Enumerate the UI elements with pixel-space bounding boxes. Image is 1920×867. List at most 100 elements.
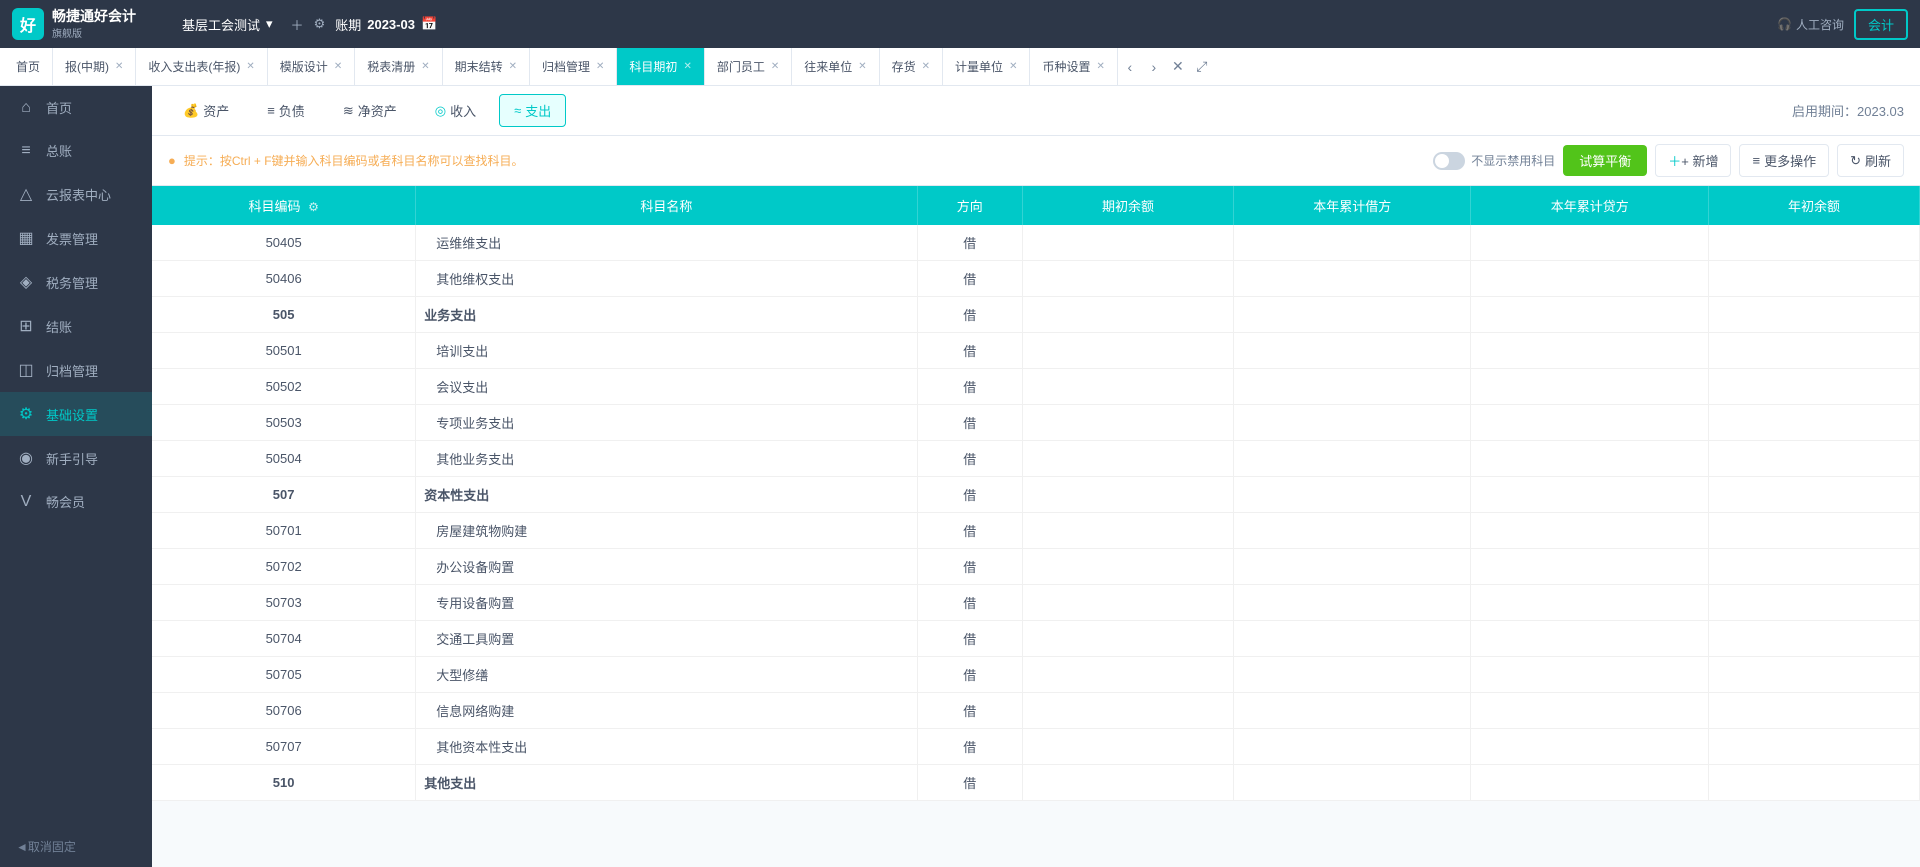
table-row[interactable]: 50706 信息网络购建 借 bbox=[152, 693, 1920, 729]
toggle-control[interactable] bbox=[1433, 152, 1465, 170]
tab-tax[interactable]: 税表清册 ✕ bbox=[355, 48, 442, 86]
tip-icon: ● bbox=[168, 153, 176, 168]
cell-code: 50701 bbox=[152, 513, 416, 549]
sub-tab-assets[interactable]: 💰 资产 bbox=[168, 94, 244, 127]
tax-icon: ◈ bbox=[16, 272, 36, 292]
sidebar-item-basic-settings[interactable]: ⚙ 基础设置 bbox=[0, 392, 152, 436]
table-body: 50405 运维维支出 借 50406 其他维权支出 借 505 业务支出 借 … bbox=[152, 225, 1920, 801]
tab-close-period-end[interactable]: ✕ bbox=[509, 61, 517, 72]
support-button[interactable]: 🎧 人工咨询 bbox=[1777, 16, 1844, 33]
add-company-icon[interactable]: ＋ bbox=[291, 15, 304, 34]
tab-close-subject[interactable]: ✕ bbox=[683, 61, 691, 72]
cell-year-balance bbox=[1708, 693, 1919, 729]
cell-year-debit bbox=[1234, 369, 1471, 405]
balance-btn[interactable]: 试算平衡 bbox=[1563, 145, 1647, 176]
table-row[interactable]: 50405 运维维支出 借 bbox=[152, 225, 1920, 261]
table-row[interactable]: 50701 房屋建筑物购建 借 bbox=[152, 513, 1920, 549]
table-row[interactable]: 50707 其他资本性支出 借 bbox=[152, 729, 1920, 765]
sidebar-item-settlement[interactable]: ⊞ 结账 bbox=[0, 304, 152, 348]
sub-tab-income[interactable]: ◎ 收入 bbox=[420, 94, 491, 127]
tab-close-income[interactable]: ✕ bbox=[246, 61, 254, 72]
sidebar-item-member[interactable]: V 畅会员 bbox=[0, 480, 152, 523]
top-bar-actions: 🎧 人工咨询 会计 bbox=[1777, 9, 1908, 40]
add-icon: ＋ bbox=[1668, 151, 1681, 170]
cancel-fixed-btn[interactable]: ◄取消固定 bbox=[16, 838, 136, 855]
toggle-disabled-switch[interactable]: 不显示禁用科目 bbox=[1433, 152, 1555, 170]
tab-close-contacts[interactable]: ✕ bbox=[858, 61, 866, 72]
tab-dept-employee[interactable]: 部门员工 ✕ bbox=[705, 48, 792, 86]
net-assets-icon: ≋ bbox=[343, 103, 354, 119]
company-selector[interactable]: 基层工会测试 ▾ bbox=[174, 11, 281, 38]
tab-next-btn[interactable]: › bbox=[1142, 48, 1166, 86]
tab-close-currency[interactable]: ✕ bbox=[1096, 61, 1104, 72]
tab-close-inventory[interactable]: ✕ bbox=[922, 61, 930, 72]
cell-direction: 借 bbox=[917, 477, 1023, 513]
table-row[interactable]: 50503 专项业务支出 借 bbox=[152, 405, 1920, 441]
table-row[interactable]: 50504 其他业务支出 借 bbox=[152, 441, 1920, 477]
sidebar-item-archive[interactable]: ◫ 归档管理 bbox=[0, 348, 152, 392]
settings-icon[interactable]: ⚙ bbox=[314, 16, 326, 32]
calendar-icon[interactable]: 📅 bbox=[421, 16, 437, 32]
sub-tab-expenditure[interactable]: ≈ 支出 bbox=[499, 94, 566, 127]
tab-prev-btn[interactable]: ‹ bbox=[1118, 48, 1142, 86]
sidebar-item-ledger[interactable]: ≡ 总账 bbox=[0, 129, 152, 172]
sub-tab-liabilities[interactable]: ≡ 负债 bbox=[252, 94, 320, 127]
sub-tab-net-assets[interactable]: ≋ 净资产 bbox=[328, 94, 412, 127]
table-row[interactable]: 50705 大型修缮 借 bbox=[152, 657, 1920, 693]
tab-home[interactable]: 首页 bbox=[4, 48, 53, 86]
cell-year-balance bbox=[1708, 297, 1919, 333]
tab-expand-btn[interactable]: ⤢ bbox=[1190, 48, 1214, 86]
table-container[interactable]: 科目编码 ⚙ 科目名称 方向 期初余额 本年累计借方 bbox=[152, 186, 1920, 867]
sidebar-item-invoice[interactable]: ▦ 发票管理 bbox=[0, 216, 152, 260]
refresh-btn[interactable]: ↻ 刷新 bbox=[1837, 144, 1904, 177]
cell-name: 其他业务支出 bbox=[416, 441, 917, 477]
tab-unit[interactable]: 计量单位 ✕ bbox=[943, 48, 1030, 86]
cell-year-balance bbox=[1708, 657, 1919, 693]
tab-subject-period[interactable]: 科目期初 ✕ bbox=[617, 48, 704, 86]
cell-direction: 借 bbox=[917, 225, 1023, 261]
invoice-icon: ▦ bbox=[16, 228, 36, 248]
tab-contacts[interactable]: 往来单位 ✕ bbox=[792, 48, 879, 86]
tab-archive[interactable]: 归档管理 ✕ bbox=[530, 48, 617, 86]
cell-period-balance bbox=[1023, 585, 1234, 621]
tab-close-archive[interactable]: ✕ bbox=[596, 61, 604, 72]
table-row[interactable]: 510 其他支出 借 bbox=[152, 765, 1920, 801]
tab-close-template[interactable]: ✕ bbox=[334, 61, 342, 72]
more-btn[interactable]: ≡ 更多操作 bbox=[1739, 144, 1829, 177]
tab-close-all-btn[interactable]: ✕ bbox=[1166, 48, 1190, 86]
tab-period-end[interactable]: 期末结转 ✕ bbox=[443, 48, 530, 86]
tab-income-report[interactable]: 收入支出表(年报) ✕ bbox=[136, 48, 267, 86]
tab-template[interactable]: 模版设计 ✕ bbox=[268, 48, 355, 86]
table-row[interactable]: 50703 专用设备购置 借 bbox=[152, 585, 1920, 621]
cell-period-balance bbox=[1023, 441, 1234, 477]
sidebar-item-home[interactable]: ⌂ 首页 bbox=[0, 86, 152, 129]
tab-currency[interactable]: 币种设置 ✕ bbox=[1030, 48, 1117, 86]
table-row[interactable]: 50406 其他维权支出 借 bbox=[152, 261, 1920, 297]
sidebar-item-tax[interactable]: ◈ 税务管理 bbox=[0, 260, 152, 304]
cell-direction: 借 bbox=[917, 729, 1023, 765]
cell-direction: 借 bbox=[917, 693, 1023, 729]
sidebar-item-cloud-report[interactable]: △ 云报表中心 bbox=[0, 172, 152, 216]
cell-year-balance bbox=[1708, 585, 1919, 621]
tab-close-tax[interactable]: ✕ bbox=[421, 61, 429, 72]
table-row[interactable]: 50502 会议支出 借 bbox=[152, 369, 1920, 405]
sidebar-item-guide[interactable]: ◉ 新手引导 bbox=[0, 436, 152, 480]
cell-direction: 借 bbox=[917, 513, 1023, 549]
tab-close-interim[interactable]: ✕ bbox=[115, 61, 123, 72]
cell-year-debit bbox=[1234, 621, 1471, 657]
cell-name: 大型修缮 bbox=[416, 657, 917, 693]
tab-close-dept[interactable]: ✕ bbox=[771, 61, 779, 72]
add-btn[interactable]: ＋ + 新增 bbox=[1655, 144, 1731, 177]
toolbar-right: 不显示禁用科目 试算平衡 ＋ + 新增 ≡ 更多操作 ↻ 刷新 bbox=[1433, 144, 1904, 177]
table-row[interactable]: 50704 交通工具购置 借 bbox=[152, 621, 1920, 657]
table-row[interactable]: 50501 培训支出 借 bbox=[152, 333, 1920, 369]
table-row[interactable]: 50702 办公设备购置 借 bbox=[152, 549, 1920, 585]
tab-bar: 首页 报(中期) ✕ 收入支出表(年报) ✕ 模版设计 ✕ 税表清册 ✕ 期末结… bbox=[0, 48, 1920, 86]
tab-interim[interactable]: 报(中期) ✕ bbox=[53, 48, 136, 86]
tab-inventory[interactable]: 存货 ✕ bbox=[880, 48, 943, 86]
column-settings-icon[interactable]: ⚙ bbox=[308, 200, 319, 214]
table-row[interactable]: 505 业务支出 借 bbox=[152, 297, 1920, 333]
account-button[interactable]: 会计 bbox=[1854, 9, 1908, 40]
table-row[interactable]: 507 资本性支出 借 bbox=[152, 477, 1920, 513]
tab-close-unit[interactable]: ✕ bbox=[1009, 61, 1017, 72]
